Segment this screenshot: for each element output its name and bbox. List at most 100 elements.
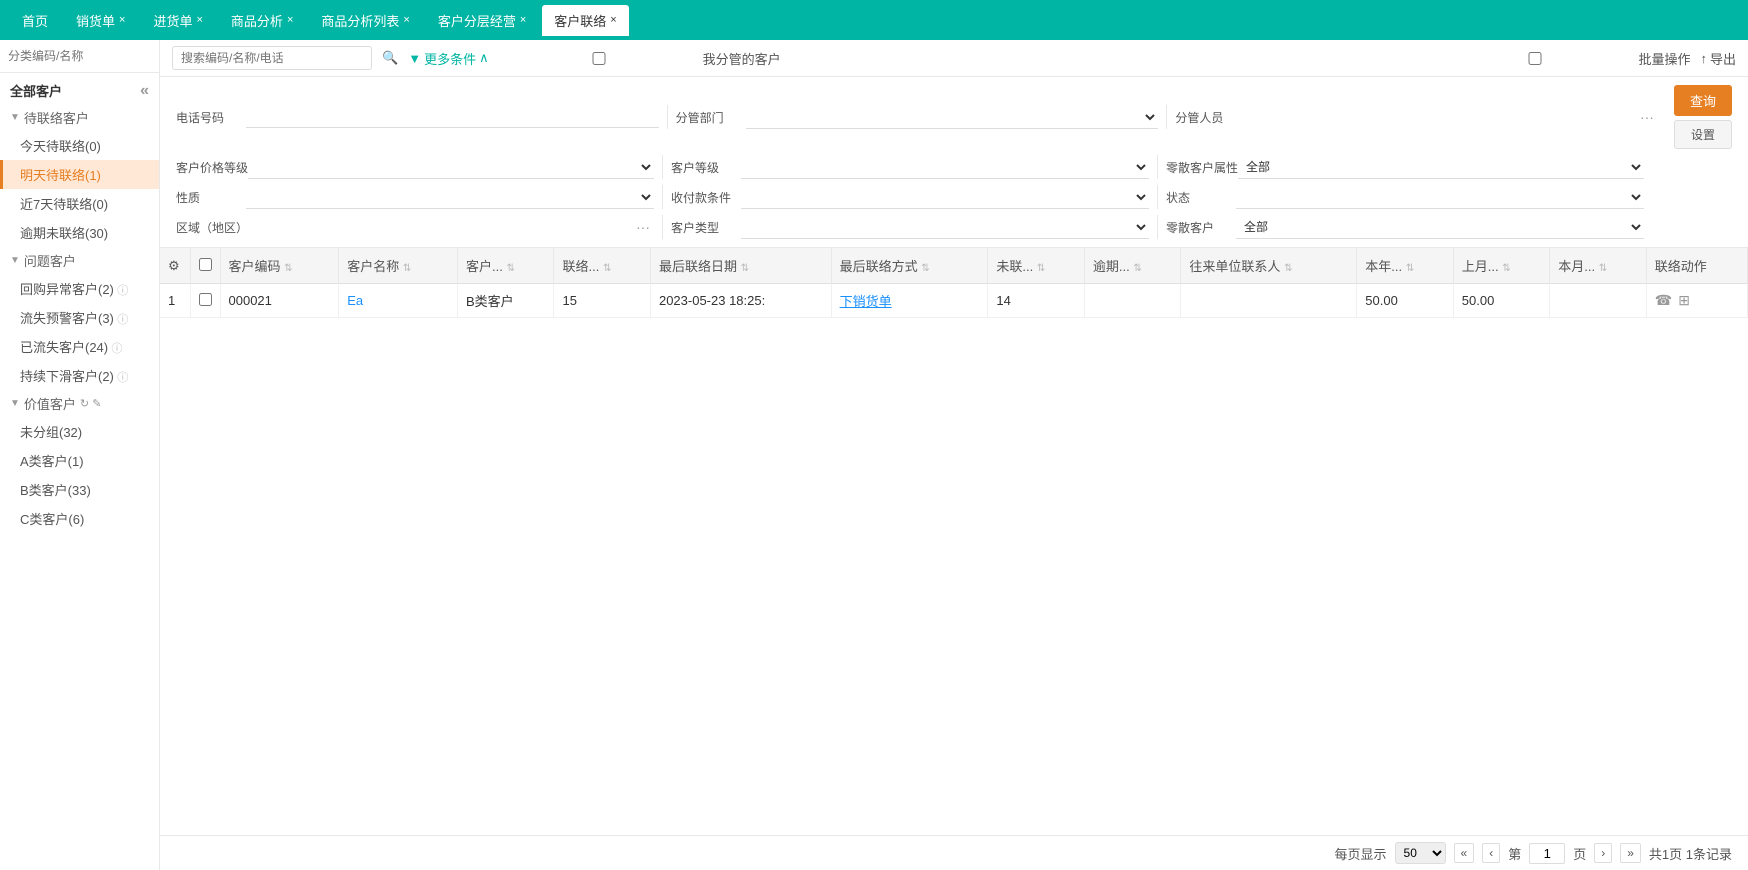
my-customers-checkbox-label[interactable]: 我分管的客户 [499,49,781,68]
nav-customer-contact[interactable]: 客户联络 × [542,5,628,36]
nav-close-sales-order[interactable]: × [119,14,125,26]
filter-dept-select[interactable] [746,106,1159,129]
export-btn[interactable]: ↑ 导出 [1700,49,1736,68]
sidebar-item-overdue[interactable]: 逾期未联络(30) [0,218,159,247]
my-customers-checkbox[interactable] [499,52,699,65]
sort-this-year-icon[interactable]: ⇅ [1406,263,1414,274]
query-btn[interactable]: 查询 [1674,85,1732,116]
sort-overdue-icon[interactable]: ⇅ [1133,263,1141,274]
nav-close-customer-contact[interactable]: × [610,14,616,26]
sidebar-item-declining[interactable]: 持续下滑客户(2) ⓘ [0,361,159,390]
filter-nature-label: 性质 [176,189,246,206]
action-more-icon[interactable]: ⊞ [1678,292,1690,309]
sidebar-item-repurchase[interactable]: 回购异常客户(2) ⓘ [0,274,159,303]
sidebar-group-problem[interactable]: 问题客户 [0,247,159,274]
sidebar-item-churned[interactable]: 已流失客户(24) ⓘ [0,332,159,361]
sort-this-month-icon[interactable]: ⇅ [1599,263,1607,274]
cell-this-month [1550,284,1647,318]
filter-nature: 性质 [176,186,654,209]
content-area: 🔍 ▼ 更多条件 ∧ 我分管的客户 批量操作 ↑ 导出 [160,40,1748,870]
cell-this-year: 50.00 [1357,284,1454,318]
sidebar-item-tomorrow[interactable]: 明天待联络(1) [0,160,159,189]
first-page-btn[interactable]: « [1454,843,1475,863]
per-page-select[interactable]: 50 10 20 100 [1395,842,1446,864]
cell-checkbox[interactable] [190,284,220,318]
sort-type-icon[interactable]: ⇅ [506,263,514,274]
filter-price-level-select[interactable] [248,156,654,179]
prev-page-btn[interactable]: ‹ [1482,843,1500,863]
settings-icon[interactable]: ⚙ [168,258,180,273]
table-select-all[interactable] [199,258,212,271]
row-checkbox-0[interactable] [199,293,212,306]
filter-region-label: 区域（地区） [176,219,248,236]
filter-nature-select[interactable] [246,186,654,209]
sidebar-item-ungroup[interactable]: 未分组(32) [0,417,159,446]
search-icon[interactable]: 🔍 [382,50,398,66]
filter-customer-type-select[interactable] [741,216,1149,239]
filter-price-level: 客户价格等级 [176,156,654,179]
sidebar-search-input[interactable] [8,49,160,63]
filter-retail-customer-select[interactable]: 全部 [1236,216,1644,239]
nav-close-product-analysis-list[interactable]: × [403,14,409,26]
filter-customer-level: 客户等级 [671,156,1149,179]
sidebar-item-churn-warn[interactable]: 流失预警客户(3) ⓘ [0,303,159,332]
batch-op-checkbox[interactable] [1435,52,1635,65]
nav-home[interactable]: 首页 [10,5,60,36]
filter-region-dots[interactable]: ··· [632,219,654,235]
sort-uncontacted-icon[interactable]: ⇅ [1037,263,1045,274]
batch-op-btn[interactable]: 批量操作 [1435,49,1690,68]
nav-customer-segment[interactable]: 客户分层经营 × [426,5,538,36]
sort-last-method-icon[interactable]: ⇅ [921,263,929,274]
col-last-method: 最后联络方式 ⇅ [831,248,988,284]
chevron-up-icon: ∧ [479,50,489,66]
sidebar-item-classB[interactable]: B类客户(33) [0,475,159,504]
col-checkbox[interactable] [190,248,220,284]
nav-close-purchase-order[interactable]: × [196,14,202,26]
col-contact-count: 联络... ⇅ [554,248,651,284]
nav-product-analysis-list[interactable]: 商品分析列表 × [309,5,421,36]
sort-last-month-icon[interactable]: ⇅ [1502,263,1510,274]
sidebar-item-today[interactable]: 今天待联络(0) [0,131,159,160]
sort-name-icon[interactable]: ⇅ [403,263,411,274]
filter-retail-attr-select[interactable]: 全部 [1238,156,1644,179]
nav-product-analysis[interactable]: 商品分析 × [219,5,305,36]
filter-person-dots[interactable]: ··· [1636,109,1658,125]
nav-close-product-analysis[interactable]: × [287,14,293,26]
sidebar-item-7days[interactable]: 近7天待联络(0) [0,189,159,218]
sidebar-item-classC[interactable]: C类客户(6) [0,504,159,533]
filter-status-select[interactable] [1236,186,1644,209]
sidebar-item-classA[interactable]: A类客户(1) [0,446,159,475]
cell-last-method[interactable]: 下销货单 [831,284,988,318]
filter-phone-input[interactable] [246,107,659,128]
col-setting[interactable]: ⚙ [160,248,190,284]
nav-sales-order[interactable]: 销货单 × [64,5,137,36]
action-phone-icon[interactable]: ☎ [1655,292,1672,309]
last-method-link[interactable]: 下销货单 [840,294,892,309]
more-conditions-btn[interactable]: ▼ 更多条件 ∧ [408,49,488,68]
footer: 每页显示 50 10 20 100 « ‹ 第 页 › » 共1页 1条记录 [160,835,1748,870]
nav-purchase-order[interactable]: 进货单 × [141,5,214,36]
last-page-btn[interactable]: » [1620,843,1641,863]
sidebar-group-pending[interactable]: 待联络客户 [0,104,159,131]
set-btn[interactable]: 设置 [1674,120,1732,149]
sort-last-date-icon[interactable]: ⇅ [741,263,749,274]
sort-contact-count-icon[interactable]: ⇅ [603,263,611,274]
sort-code-icon[interactable]: ⇅ [284,263,292,274]
table-container: ⚙ 客户编码 ⇅ 客户名称 ⇅ [160,248,1748,835]
cell-contact-person [1181,284,1357,318]
sort-contact-person-icon[interactable]: ⇅ [1284,263,1292,274]
cell-last-month: 50.00 [1453,284,1550,318]
filter-payment-select[interactable] [741,186,1149,209]
next-page-btn[interactable]: › [1594,843,1612,863]
nav-close-customer-segment[interactable]: × [520,14,526,26]
adv-filter-row-3: 性质 收付款条件 状态 [176,185,1732,209]
sidebar-group-value[interactable]: 价值客户 ↻ ✎ [0,390,159,417]
sidebar-collapse-icon[interactable]: « [140,82,149,100]
filter-customer-level-select[interactable] [741,156,1149,179]
filter-payment: 收付款条件 [671,186,1149,209]
page-input[interactable] [1529,843,1565,864]
adv-filter-panel: 电话号码 分管部门 分管人员 ··· 查询 [160,77,1748,248]
search-input[interactable] [172,46,372,70]
sidebar-all-customers[interactable]: 全部客户 « [0,73,159,104]
top-nav: 首页 销货单 × 进货单 × 商品分析 × 商品分析列表 × 客户分层经营 × … [0,0,1748,40]
